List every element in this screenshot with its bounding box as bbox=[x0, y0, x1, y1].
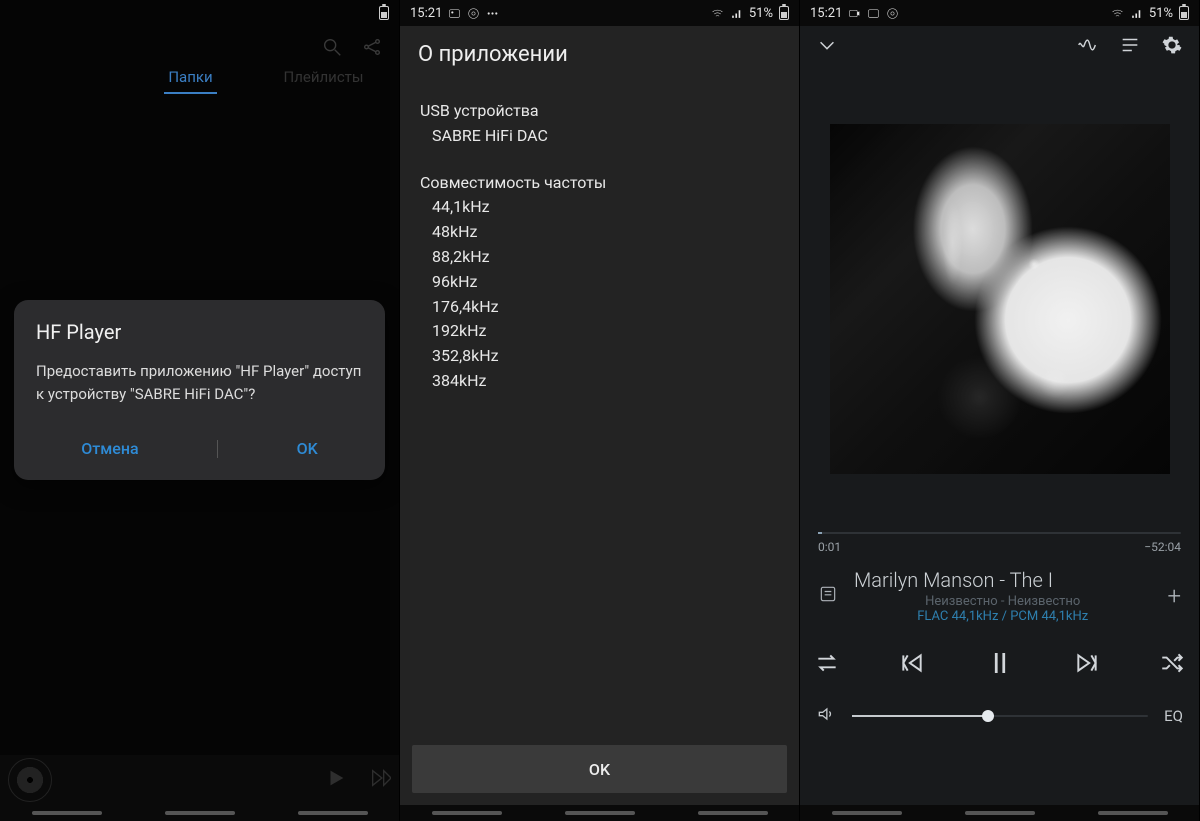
progress-area: 0:01 −52:04 bbox=[818, 532, 1181, 554]
permission-dialog: HF Player Предоставить приложению "HF Pl… bbox=[14, 300, 385, 480]
freq-item: 44,1kHz bbox=[420, 195, 779, 220]
tab-folders[interactable]: Папки bbox=[164, 62, 216, 94]
time-remaining: −52:04 bbox=[1144, 540, 1181, 554]
chrome-icon bbox=[467, 7, 480, 20]
freq-item: 88,2kHz bbox=[420, 245, 779, 270]
shuffle-icon[interactable] bbox=[1159, 650, 1185, 680]
dialog-title: HF Player bbox=[36, 320, 363, 344]
ok-button[interactable]: OK bbox=[412, 745, 787, 793]
screenshot-2: 15:21 51% О приложении USB устройства SA… bbox=[400, 0, 800, 821]
freq-item: 176,4kHz bbox=[420, 295, 779, 320]
wifi-icon bbox=[1111, 7, 1124, 20]
pause-icon[interactable] bbox=[985, 648, 1015, 682]
next-icon[interactable] bbox=[1074, 650, 1100, 680]
seek-bar[interactable] bbox=[818, 532, 1181, 534]
gear-icon[interactable] bbox=[1161, 34, 1183, 60]
mini-play-icon[interactable] bbox=[325, 767, 347, 793]
usb-devices-label: USB устройства bbox=[420, 99, 779, 124]
chrome-icon bbox=[886, 7, 899, 20]
tab-playlists[interactable]: Плейлисты bbox=[280, 62, 368, 94]
track-info-row: Marilyn Manson - The I Неизвестно - Неиз… bbox=[818, 568, 1181, 624]
volume-row: EQ bbox=[816, 704, 1183, 728]
freq-item: 48kHz bbox=[420, 220, 779, 245]
playback-controls bbox=[814, 648, 1185, 682]
status-bar: 15:21 51% bbox=[800, 0, 1199, 26]
lyrics-icon[interactable] bbox=[818, 584, 838, 608]
status-bar: 15:21 51% bbox=[400, 0, 799, 26]
status-time: 15:21 bbox=[810, 6, 842, 21]
volume-slider[interactable] bbox=[852, 715, 1148, 717]
freq-item: 352,8kHz bbox=[420, 344, 779, 369]
track-title: Marilyn Manson - The I bbox=[854, 568, 1151, 592]
add-icon[interactable]: + bbox=[1167, 582, 1181, 610]
chevron-down-icon[interactable] bbox=[816, 34, 838, 60]
ok-button[interactable]: OK bbox=[285, 431, 330, 466]
freq-item: 96kHz bbox=[420, 270, 779, 295]
signal-icon bbox=[1130, 7, 1143, 20]
waveform-icon[interactable] bbox=[1077, 34, 1099, 60]
track-format: FLAC 44,1kHz / PCM 44,1kHz bbox=[854, 609, 1151, 624]
status-time: 15:21 bbox=[410, 6, 442, 21]
dialog-message: Предоставить приложению "HF Player" дост… bbox=[36, 360, 363, 405]
dialog-separator bbox=[217, 440, 218, 458]
page-title: О приложении bbox=[400, 26, 799, 79]
mini-player[interactable] bbox=[0, 755, 399, 805]
freq-item: 192kHz bbox=[420, 319, 779, 344]
android-navbar[interactable] bbox=[0, 805, 399, 821]
mini-next-icon[interactable] bbox=[369, 767, 391, 793]
album-art[interactable] bbox=[830, 124, 1170, 474]
android-navbar[interactable] bbox=[800, 805, 1199, 821]
freq-compat-label: Совместимость частоты bbox=[420, 171, 779, 196]
signal-icon bbox=[730, 7, 743, 20]
more-icon bbox=[486, 7, 499, 20]
prev-icon[interactable] bbox=[899, 650, 925, 680]
player-header bbox=[800, 26, 1199, 64]
battery-icon bbox=[379, 6, 389, 20]
cancel-button[interactable]: Отмена bbox=[69, 431, 150, 466]
gallery-icon bbox=[448, 7, 461, 20]
eq-button[interactable]: EQ bbox=[1164, 707, 1183, 725]
battery-icon bbox=[1179, 6, 1189, 20]
search-icon[interactable] bbox=[321, 36, 343, 58]
share-icon[interactable] bbox=[361, 36, 383, 58]
library-tabs: Папки Плейлисты bbox=[0, 62, 399, 94]
screenshot-1: 15:20 51% Папки Плейлисты HF Player Пред… bbox=[0, 0, 400, 821]
android-navbar[interactable] bbox=[400, 805, 799, 821]
freq-item: 384kHz bbox=[420, 369, 779, 394]
status-battery-pct: 51% bbox=[749, 6, 773, 21]
wifi-icon bbox=[711, 7, 724, 20]
gallery-icon bbox=[867, 7, 880, 20]
volume-icon[interactable] bbox=[816, 704, 836, 728]
screenshot-3: 15:21 51% 0:01 −52:04 bbox=[800, 0, 1200, 821]
usb-device-value: SABRE HiFi DAC bbox=[420, 124, 779, 149]
app-top-bar: Папки Плейлисты bbox=[0, 26, 399, 96]
about-content: USB устройства SABRE HiFi DAC Совместимо… bbox=[400, 79, 799, 412]
status-battery-pct: 51% bbox=[1149, 6, 1173, 21]
disc-icon bbox=[8, 758, 52, 802]
track-artist: Неизвестно - Неизвестно bbox=[854, 594, 1151, 609]
video-icon bbox=[848, 7, 861, 20]
queue-icon[interactable] bbox=[1119, 34, 1141, 60]
repeat-icon[interactable] bbox=[814, 650, 840, 680]
battery-icon bbox=[779, 6, 789, 20]
volume-thumb[interactable] bbox=[982, 710, 994, 722]
time-elapsed: 0:01 bbox=[818, 540, 841, 554]
